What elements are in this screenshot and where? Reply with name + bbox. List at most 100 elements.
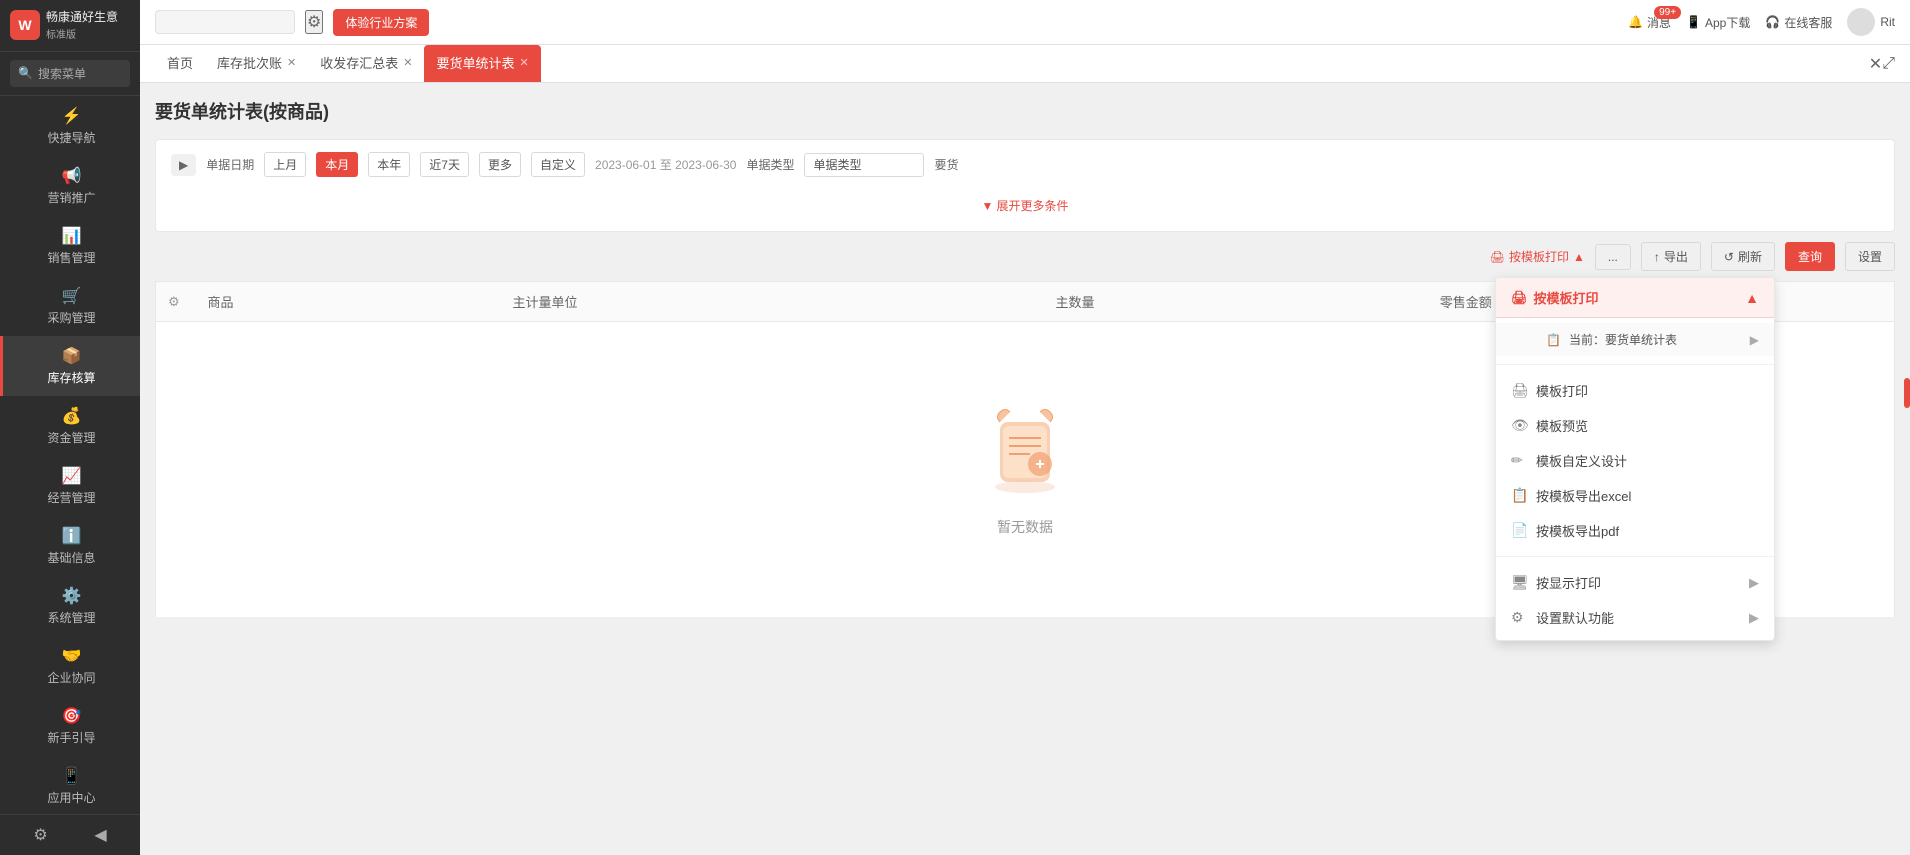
- sidebar-item-system[interactable]: ⚙️ 系统管理: [0, 576, 140, 636]
- print-label: 按模板打印: [1509, 248, 1569, 265]
- sidebar-item-collab[interactable]: 🤝 企业协同: [0, 636, 140, 696]
- dropdown-item-display-print[interactable]: 🖥 按显示打印 ▶: [1496, 565, 1774, 600]
- tab-collection-summary-label: 收发存汇总表: [320, 53, 398, 72]
- date-last-month[interactable]: 上月: [264, 152, 306, 177]
- online-service-button[interactable]: 🎧 在线客服: [1765, 14, 1832, 31]
- sidebar-item-purchase[interactable]: 🛒 采购管理: [0, 276, 140, 336]
- app-download-button[interactable]: 📱 App下载: [1686, 14, 1750, 31]
- dropdown-item-export-pdf[interactable]: 📄 按模板导出pdf: [1496, 513, 1774, 548]
- sidebar-item-operation[interactable]: 📈 经营管理: [0, 456, 140, 516]
- doc-type-select[interactable]: 单据类型: [804, 153, 924, 177]
- right-scrollbar[interactable]: [1904, 378, 1910, 478]
- trial-button[interactable]: 体验行业方案: [333, 9, 429, 36]
- refresh-label: 刷新: [1738, 248, 1762, 265]
- empty-text: 暂无数据: [997, 517, 1053, 537]
- table-settings-button[interactable]: 设置: [1845, 242, 1895, 271]
- chevron-right-icon-3: ▶: [1749, 610, 1759, 626]
- export-label: 导出: [1664, 248, 1688, 265]
- dropdown-item-export-excel[interactable]: 📋 按模板导出excel: [1496, 478, 1774, 513]
- dropdown-item-template-preview[interactable]: 👁 模板预览: [1496, 408, 1774, 443]
- tab-batch-account[interactable]: 库存批次账 ✕: [205, 45, 308, 82]
- top-settings-button[interactable]: ⚙: [305, 10, 323, 34]
- inventory-icon: 📦: [62, 346, 82, 366]
- dropdown-item-default-func[interactable]: ⚙ 设置默认功能 ▶: [1496, 600, 1774, 635]
- user-menu[interactable]: Rit: [1847, 8, 1895, 36]
- guide-icon: 🎯: [62, 706, 82, 726]
- sidebar-item-finance[interactable]: 💰 资金管理: [0, 396, 140, 456]
- system-icon: ⚙️: [62, 586, 82, 606]
- sidebar: W 畅康通好生意 标准版 🔍 搜索菜单 ⚡ 快捷导航 📢 营销推广 📊 销售管理…: [0, 0, 140, 855]
- tab-home[interactable]: 首页: [155, 45, 205, 82]
- date-more[interactable]: 更多: [479, 152, 521, 177]
- sidebar-item-sales[interactable]: 📊 销售管理: [0, 216, 140, 276]
- tab-batch-account-label: 库存批次账: [217, 53, 282, 72]
- print-template-button[interactable]: 🖨 按模板打印 ▲: [1490, 248, 1585, 265]
- export-pdf-label: 按模板导出pdf: [1536, 521, 1619, 540]
- settings-bottom-button[interactable]: ⚙: [33, 825, 47, 845]
- dropdown-title-text: 按模板打印: [1534, 288, 1599, 307]
- dropdown-divider-2: [1496, 556, 1774, 557]
- tab-order-stats[interactable]: 要货单统计表 ✕: [424, 45, 540, 82]
- action-bar: 🖨 按模板打印 ▲ ... ↑ 导出 ↺ 刷新 查询 设置 🖨 按模板打印: [155, 242, 1895, 271]
- search-menu-button[interactable]: 🔍 搜索菜单: [10, 60, 130, 87]
- refresh-button[interactable]: ↺ 刷新: [1711, 242, 1775, 271]
- sidebar-item-basic[interactable]: ℹ️ 基础信息: [0, 516, 140, 576]
- tab-batch-account-close[interactable]: ✕: [287, 56, 296, 69]
- expand-tabs-button[interactable]: ⤢: [1882, 55, 1895, 73]
- dropdown-item-template-design[interactable]: ✏ 模板自定义设计: [1496, 443, 1774, 478]
- sidebar-item-label: 系统管理: [47, 609, 95, 626]
- sidebar-item-label: 资金管理: [47, 429, 95, 446]
- app-name: 畅康通好生意: [46, 10, 118, 26]
- query-button[interactable]: 查询: [1785, 242, 1835, 271]
- top-search-input[interactable]: [155, 10, 295, 34]
- logo-icon: W: [10, 10, 40, 40]
- export-button[interactable]: ↑ 导出: [1641, 242, 1701, 271]
- tab-collection-summary[interactable]: 收发存汇总表 ✕: [308, 45, 424, 82]
- date-this-month[interactable]: 本月: [316, 152, 358, 177]
- pdf-icon: 📄: [1511, 522, 1528, 539]
- bell-icon: 🔔: [1628, 15, 1643, 29]
- sidebar-item-inventory[interactable]: 📦 库存核算: [0, 336, 140, 396]
- tabs-bar: 首页 库存批次账 ✕ 收发存汇总表 ✕ 要货单统计表 ✕ ✕ ⤢: [140, 45, 1910, 83]
- marketing-icon: 📢: [62, 166, 82, 186]
- quick-nav-icon: ⚡: [62, 106, 82, 126]
- chevron-right-icon-2: ▶: [1749, 575, 1759, 591]
- dropdown-item-template-print[interactable]: 🖨 模板打印: [1496, 373, 1774, 408]
- close-all-tabs-button[interactable]: ✕: [1869, 54, 1882, 74]
- page-area: 要货单统计表(按商品) ▶ 单据日期 上月 本月 本年 近7天 更多 自定义 2…: [140, 83, 1910, 855]
- date-custom[interactable]: 自定义: [531, 152, 585, 177]
- top-bar-right: 🔔 消息 99+ 📱 App下载 🎧 在线客服 Rit: [1628, 8, 1895, 36]
- tab-order-stats-close[interactable]: ✕: [520, 56, 529, 69]
- chevron-up-icon: ▲: [1573, 250, 1585, 264]
- dropdown-close-button[interactable]: ▲: [1745, 290, 1759, 306]
- sidebar-item-marketing[interactable]: 📢 营销推广: [0, 156, 140, 216]
- excel-icon: 📋: [1511, 487, 1528, 504]
- more-button[interactable]: ...: [1595, 244, 1631, 270]
- sidebar-item-guide[interactable]: 🎯 新手引导: [0, 696, 140, 756]
- print-icon: 🖨: [1511, 382, 1529, 399]
- notifications-button[interactable]: 🔔 消息 99+: [1628, 14, 1671, 31]
- display-print-label: 按显示打印: [1536, 573, 1601, 592]
- collapse-sidebar-button[interactable]: ◀: [94, 825, 106, 845]
- sidebar-item-quick-nav[interactable]: ⚡ 快捷导航: [0, 96, 140, 156]
- table-settings-icon[interactable]: ⚙: [168, 294, 180, 309]
- dropdown-current-template[interactable]: 📋 当前：要货单统计表 ▶: [1496, 323, 1774, 356]
- date-this-year[interactable]: 本年: [368, 152, 410, 177]
- purchase-icon: 🛒: [62, 286, 82, 306]
- app-logo: W 畅康通好生意 标准版: [0, 0, 140, 52]
- tab-home-label: 首页: [167, 53, 193, 72]
- design-icon: ✏: [1511, 452, 1523, 469]
- sidebar-search-area[interactable]: 🔍 搜索菜单: [0, 52, 140, 96]
- filter-expand-button[interactable]: ▶: [171, 154, 196, 176]
- sidebar-item-apps[interactable]: 📱 应用中心: [0, 756, 140, 814]
- expand-more-button[interactable]: ▼ 展开更多条件: [171, 192, 1879, 219]
- tab-collection-summary-close[interactable]: ✕: [403, 56, 412, 69]
- sidebar-item-label: 企业协同: [47, 669, 95, 686]
- printer-icon: 🖨: [1490, 250, 1505, 264]
- display-icon: 🖥: [1511, 574, 1529, 591]
- expand-more-label: 展开更多条件: [996, 197, 1068, 214]
- headset-icon: 🎧: [1765, 15, 1780, 29]
- date-7days[interactable]: 近7天: [420, 152, 469, 177]
- preview-icon: 👁: [1511, 417, 1529, 434]
- search-label: 搜索菜单: [38, 65, 86, 82]
